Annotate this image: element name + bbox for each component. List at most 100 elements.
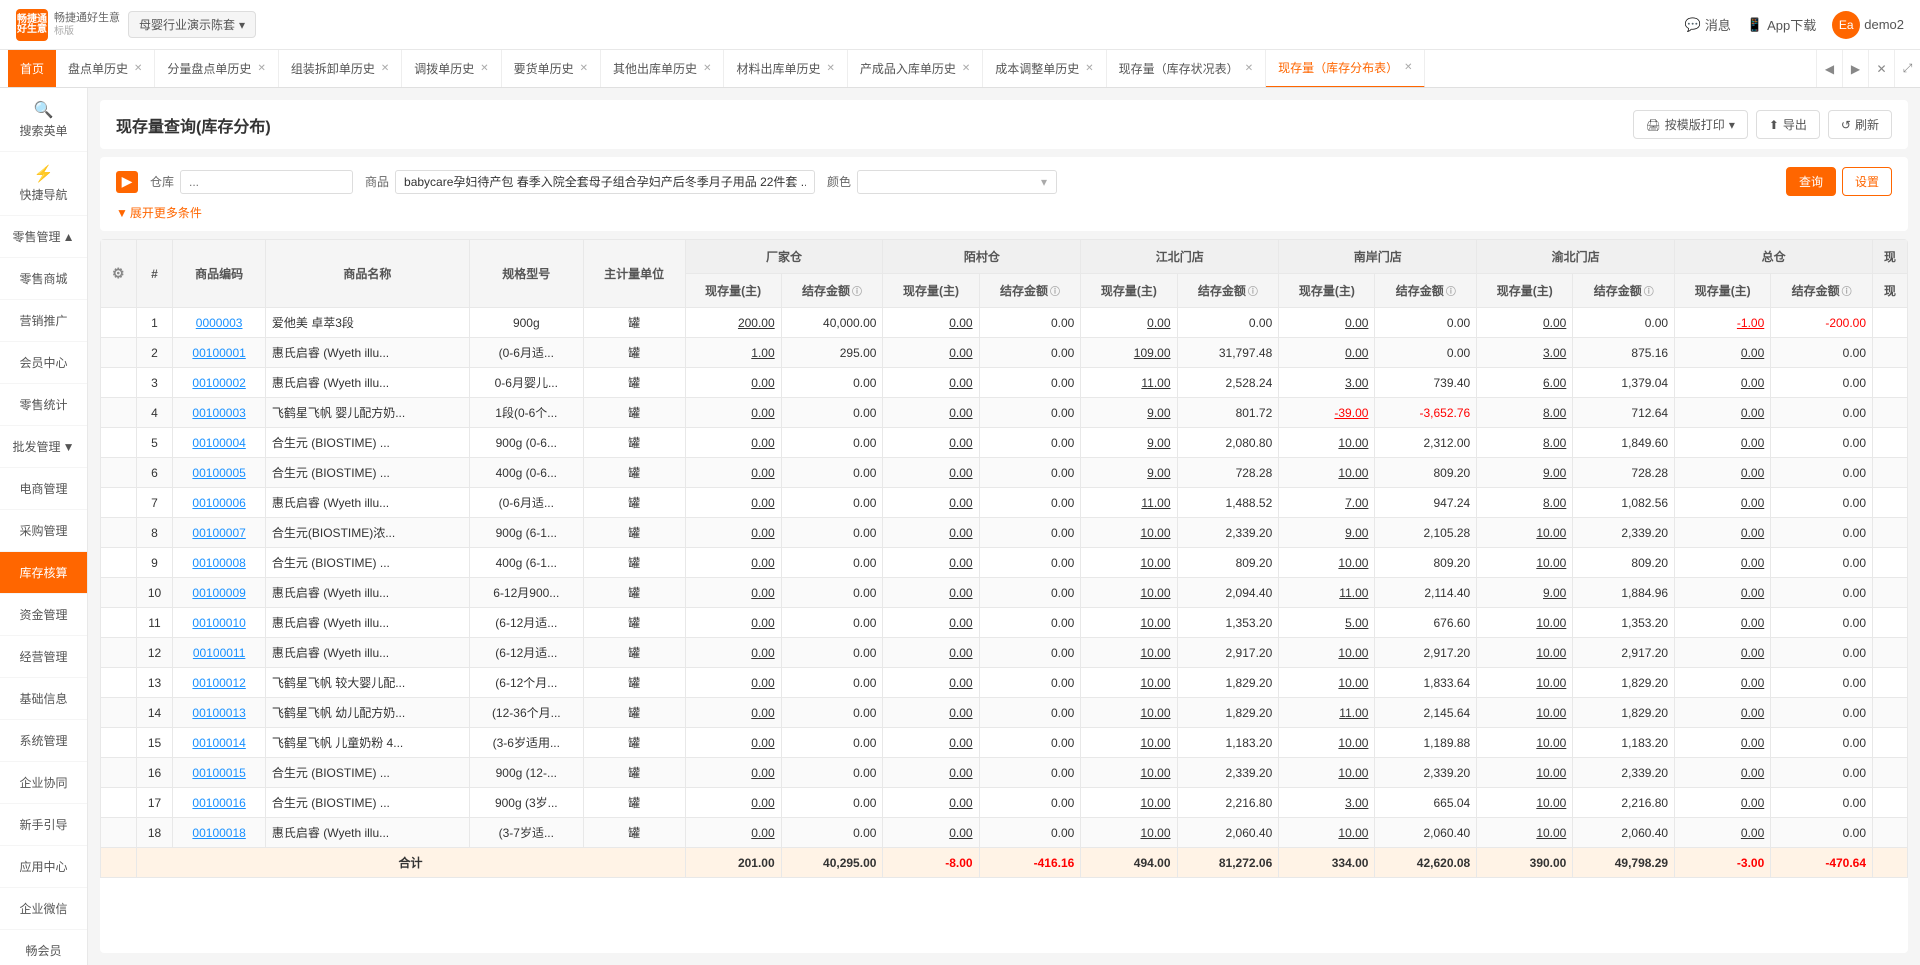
sidebar-item-ecommerce[interactable]: 电商管理 xyxy=(0,468,87,510)
industry-selector[interactable]: 母婴行业演示陈套 ▾ xyxy=(128,11,256,38)
query-btn[interactable]: 查询 xyxy=(1786,167,1836,196)
cell-code[interactable]: 00100012 xyxy=(173,668,266,698)
cell-c4-qty[interactable]: 10.00 xyxy=(1279,458,1375,488)
settings-gear-icon[interactable]: ⚙ xyxy=(112,265,125,281)
message-btn[interactable]: 💬 消息 xyxy=(1685,15,1731,34)
cell-c5-qty[interactable]: 8.00 xyxy=(1477,488,1573,518)
sidebar-item-member[interactable]: 会员中心 xyxy=(0,342,87,384)
cell-c1-qty[interactable]: 200.00 xyxy=(685,308,781,338)
sidebar-item-wholesale[interactable]: 批发管理 ▼ xyxy=(0,426,87,468)
sidebar-item-purchase[interactable]: 采购管理 xyxy=(0,510,87,552)
expand-conditions-btn[interactable]: ▼ 展开更多条件 xyxy=(116,204,202,221)
tab-transfer[interactable]: 调拨单历史 ✕ xyxy=(402,50,501,88)
cell-c1-qty[interactable]: 0.00 xyxy=(685,668,781,698)
cell-c2-qty[interactable]: 0.00 xyxy=(883,758,979,788)
cell-c1-qty[interactable]: 0.00 xyxy=(685,638,781,668)
cell-c3-qty[interactable]: 10.00 xyxy=(1081,788,1177,818)
cell-tot-qty[interactable]: 0.00 xyxy=(1675,578,1771,608)
cell-code[interactable]: 00100016 xyxy=(173,788,266,818)
cell-c5-qty[interactable]: 0.00 xyxy=(1477,308,1573,338)
cell-c3-qty[interactable]: 10.00 xyxy=(1081,698,1177,728)
nav-expand-btn[interactable]: ⤢ xyxy=(1894,50,1920,88)
tab-cost-adjust[interactable]: 成本调整单历史 ✕ xyxy=(983,50,1106,88)
cell-c3-qty[interactable]: 0.00 xyxy=(1081,308,1177,338)
cell-c4-qty[interactable]: 0.00 xyxy=(1279,338,1375,368)
close-tab-assembly[interactable]: ✕ xyxy=(381,63,389,74)
cell-tot-qty[interactable]: 0.00 xyxy=(1675,548,1771,578)
color-input[interactable] xyxy=(857,170,1057,194)
cell-c3-qty[interactable]: 11.00 xyxy=(1081,488,1177,518)
cell-c3-qty[interactable]: 10.00 xyxy=(1081,728,1177,758)
app-download-btn[interactable]: 📱 App下载 xyxy=(1747,15,1816,34)
cell-c1-qty[interactable]: 0.00 xyxy=(685,398,781,428)
cell-tot-qty[interactable]: 0.00 xyxy=(1675,488,1771,518)
cell-c1-qty[interactable]: 1.00 xyxy=(685,338,781,368)
cell-tot-qty[interactable]: 0.00 xyxy=(1675,638,1771,668)
cell-c5-qty[interactable]: 10.00 xyxy=(1477,698,1573,728)
cell-tot-qty[interactable]: 0.00 xyxy=(1675,518,1771,548)
cell-c5-qty[interactable]: 10.00 xyxy=(1477,758,1573,788)
cell-code[interactable]: 00100007 xyxy=(173,518,266,548)
sidebar-item-finance[interactable]: 资金管理 xyxy=(0,594,87,636)
cell-c2-qty[interactable]: 0.00 xyxy=(883,368,979,398)
close-tab-material-outbound[interactable]: ✕ xyxy=(826,63,834,74)
cell-c1-qty[interactable]: 0.00 xyxy=(685,608,781,638)
cell-code[interactable]: 00100018 xyxy=(173,818,266,848)
cell-c3-qty[interactable]: 10.00 xyxy=(1081,608,1177,638)
sidebar-item-system[interactable]: 系统管理 xyxy=(0,720,87,762)
cell-c2-qty[interactable]: 0.00 xyxy=(883,728,979,758)
cell-c3-qty[interactable]: 10.00 xyxy=(1081,758,1177,788)
cell-tot-qty[interactable]: 0.00 xyxy=(1675,338,1771,368)
print-btn[interactable]: 🖨 按模版打印 ▾ xyxy=(1633,110,1748,139)
cell-code[interactable]: 00100008 xyxy=(173,548,266,578)
cell-c3-qty[interactable]: 10.00 xyxy=(1081,668,1177,698)
cell-c2-qty[interactable]: 0.00 xyxy=(883,548,979,578)
nav-next-btn[interactable]: ▶ xyxy=(1842,50,1868,88)
tab-other-outbound[interactable]: 其他出库单历史 ✕ xyxy=(601,50,724,88)
warehouse-input[interactable] xyxy=(180,170,353,194)
cell-c5-qty[interactable]: 10.00 xyxy=(1477,638,1573,668)
cell-c4-qty[interactable]: 10.00 xyxy=(1279,668,1375,698)
tab-inventory-status[interactable]: 现存量（库存状况表） ✕ xyxy=(1107,50,1266,88)
cell-c4-qty[interactable]: 9.00 xyxy=(1279,518,1375,548)
cell-tot-qty[interactable]: 0.00 xyxy=(1675,458,1771,488)
cell-c4-qty[interactable]: 10.00 xyxy=(1279,428,1375,458)
cell-code[interactable]: 00100004 xyxy=(173,428,266,458)
cell-tot-qty[interactable]: 0.00 xyxy=(1675,788,1771,818)
cell-c1-qty[interactable]: 0.00 xyxy=(685,458,781,488)
sidebar-item-basic-info[interactable]: 基础信息 xyxy=(0,678,87,720)
cell-c4-qty[interactable]: 10.00 xyxy=(1279,548,1375,578)
sidebar-item-guide[interactable]: 新手引导 xyxy=(0,804,87,846)
cell-c5-qty[interactable]: 9.00 xyxy=(1477,578,1573,608)
cell-c2-qty[interactable]: 0.00 xyxy=(883,308,979,338)
sidebar-item-inventory[interactable]: 库存核算 xyxy=(0,552,87,594)
cell-c4-qty[interactable]: -39.00 xyxy=(1279,398,1375,428)
cell-c5-qty[interactable]: 10.00 xyxy=(1477,728,1573,758)
cell-c1-qty[interactable]: 0.00 xyxy=(685,488,781,518)
cell-c1-qty[interactable]: 0.00 xyxy=(685,578,781,608)
cell-tot-qty[interactable]: 0.00 xyxy=(1675,428,1771,458)
sidebar-item-search[interactable]: 🔍 搜索英单 xyxy=(0,88,87,152)
cell-c5-qty[interactable]: 10.00 xyxy=(1477,518,1573,548)
tab-material-outbound[interactable]: 材料出库单历史 ✕ xyxy=(724,50,847,88)
cell-c4-qty[interactable]: 10.00 xyxy=(1279,728,1375,758)
cell-c4-qty[interactable]: 10.00 xyxy=(1279,758,1375,788)
yubei-amt-info-icon[interactable]: ⓘ xyxy=(1644,287,1654,298)
close-tab-cost-adjust[interactable]: ✕ xyxy=(1085,63,1093,74)
cell-c1-qty[interactable]: 0.00 xyxy=(685,818,781,848)
cell-c2-qty[interactable]: 0.00 xyxy=(883,398,979,428)
tab-purchase-order[interactable]: 要货单历史 ✕ xyxy=(502,50,601,88)
cell-tot-qty[interactable]: -1.00 xyxy=(1675,308,1771,338)
sidebar-item-collab[interactable]: 企业协同 xyxy=(0,762,87,804)
cell-code[interactable]: 0000003 xyxy=(173,308,266,338)
cell-code[interactable]: 00100011 xyxy=(173,638,266,668)
sidebar-item-wechat-work[interactable]: 企业微信 xyxy=(0,888,87,930)
cell-code[interactable]: 00100001 xyxy=(173,338,266,368)
cell-c3-qty[interactable]: 10.00 xyxy=(1081,578,1177,608)
close-tab-product-inbound[interactable]: ✕ xyxy=(962,63,970,74)
nav-prev-btn[interactable]: ◀ xyxy=(1816,50,1842,88)
sidebar-item-app-center[interactable]: 应用中心 xyxy=(0,846,87,888)
cell-c2-qty[interactable]: 0.00 xyxy=(883,578,979,608)
cell-code[interactable]: 00100014 xyxy=(173,728,266,758)
cell-c1-qty[interactable]: 0.00 xyxy=(685,728,781,758)
